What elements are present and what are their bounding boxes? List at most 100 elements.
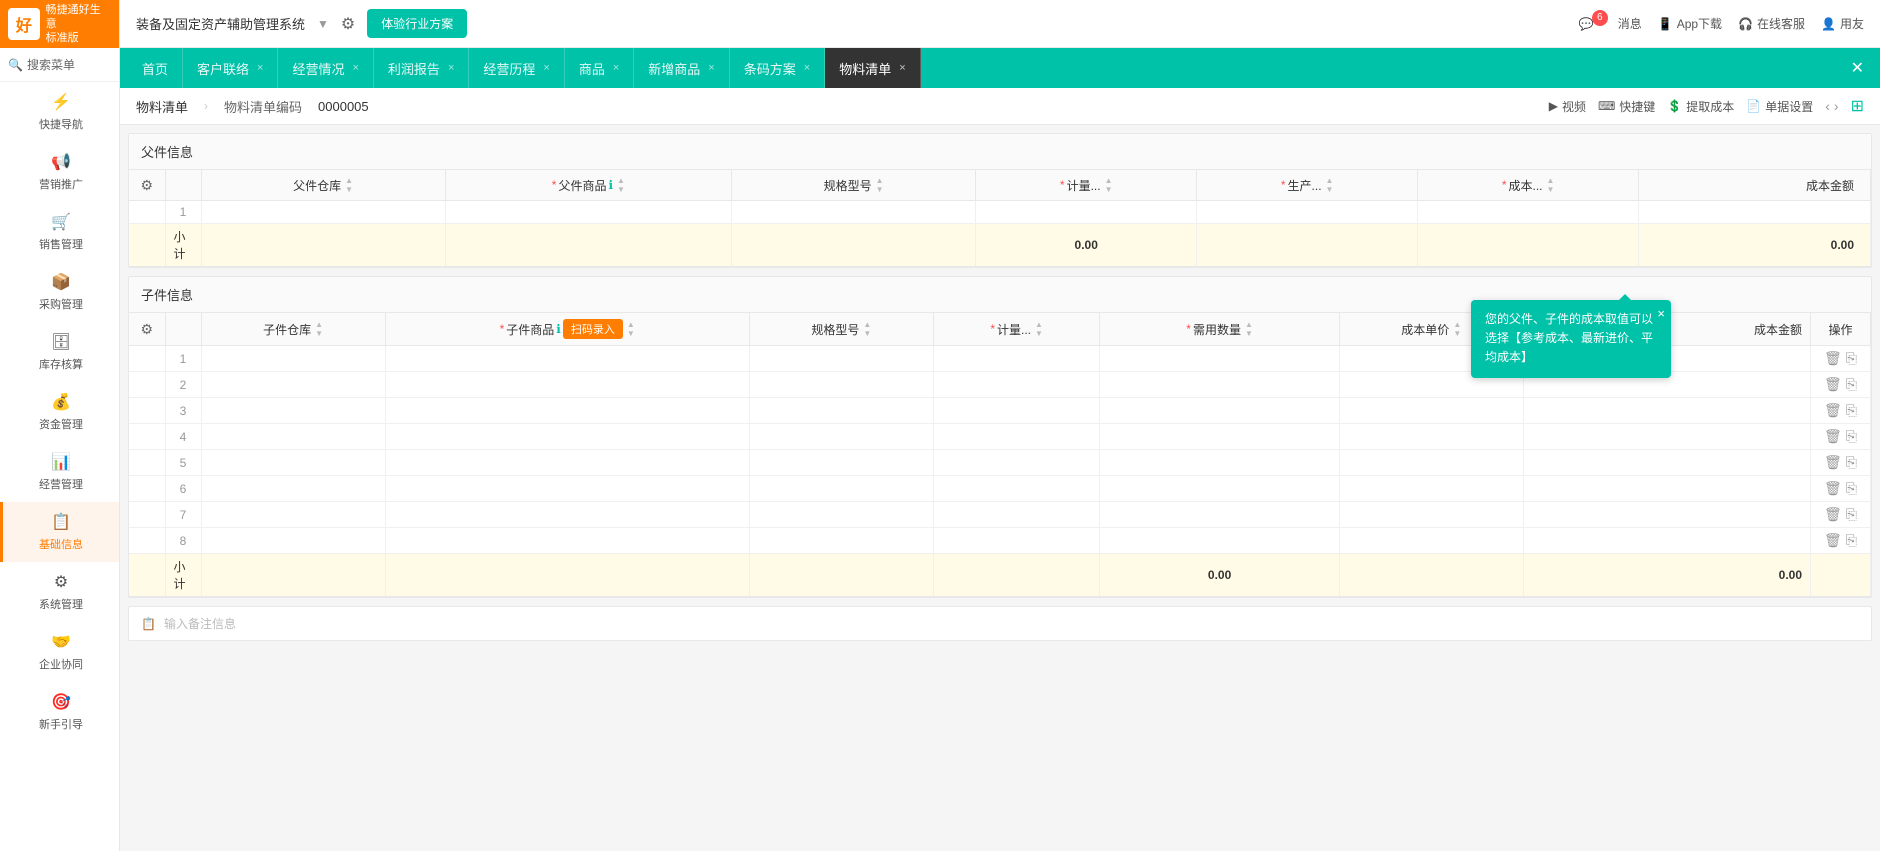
child-col-settings-icon[interactable]: ⚙ [140, 321, 153, 337]
child-row-warehouse-3[interactable] [201, 398, 385, 424]
child-row-qty-2[interactable] [1100, 372, 1339, 398]
sidebar-item-purchase[interactable]: 📦 采购管理 [0, 262, 119, 322]
parent-row-unit[interactable] [976, 201, 1197, 224]
view-action[interactable]: ▶ 视频 [1549, 98, 1586, 115]
tab-history[interactable]: 经营历程× [469, 48, 564, 88]
experience-btn[interactable]: 体验行业方案 [367, 9, 467, 38]
tab-new-products[interactable]: 新增商品× [634, 48, 729, 88]
child-row-product-3[interactable] [385, 398, 749, 424]
child-row-qty-3[interactable] [1100, 398, 1339, 424]
sidebar-item-inventory[interactable]: 🗄 库存核算 [0, 322, 119, 382]
child-row-spec-2[interactable] [749, 372, 933, 398]
parent-col-settings[interactable]: ⚙ [129, 170, 165, 201]
message-item[interactable]: 💬 6 消息 [1579, 15, 1642, 32]
child-col-settings[interactable]: ⚙ [129, 313, 165, 346]
child-row-warehouse-2[interactable] [201, 372, 385, 398]
child-row-qty-4[interactable] [1100, 424, 1339, 450]
parent-row-spec[interactable] [731, 201, 975, 224]
child-row-warehouse-7[interactable] [201, 502, 385, 528]
delete-icon-3[interactable]: 🗑 [1824, 402, 1842, 419]
tab-close-profit[interactable]: × [448, 62, 454, 74]
child-row-qty-5[interactable] [1100, 450, 1339, 476]
child-row-unit-cost-5[interactable] [1339, 450, 1523, 476]
tab-close-customers[interactable]: × [257, 62, 263, 74]
sidebar-item-basic-info[interactable]: 📋 基础信息 [0, 502, 119, 562]
close-all-tabs[interactable]: ✕ [1843, 58, 1872, 78]
tab-barcode[interactable]: 条码方案× [730, 48, 825, 88]
copy-icon-7[interactable]: ⎘ [1846, 506, 1857, 523]
sidebar-item-operations[interactable]: 📊 经营管理 [0, 442, 119, 502]
sidebar-item-guide[interactable]: 🎯 新手引导 [0, 682, 119, 742]
extract-cost-action[interactable]: 💲 提取成本 [1667, 98, 1734, 115]
tooltip-close[interactable]: × [1657, 304, 1665, 325]
tab-customers[interactable]: 客户联络× [183, 48, 278, 88]
child-row-qty-7[interactable] [1100, 502, 1339, 528]
child-row-unit-8[interactable] [933, 528, 1100, 554]
child-row-product-5[interactable] [385, 450, 749, 476]
tab-profit[interactable]: 利润报告× [374, 48, 469, 88]
nav-prev[interactable]: ‹ [1825, 98, 1830, 114]
delete-icon-6[interactable]: 🗑 [1824, 480, 1842, 497]
delete-icon-7[interactable]: 🗑 [1824, 506, 1842, 523]
delete-icon-5[interactable]: 🗑 [1824, 454, 1842, 471]
tab-products[interactable]: 商品× [565, 48, 634, 88]
copy-icon-5[interactable]: ⎘ [1846, 454, 1857, 471]
delete-icon-2[interactable]: 🗑 [1824, 376, 1842, 393]
sidebar-item-sales[interactable]: 🛒 销售管理 [0, 202, 119, 262]
child-row-unit-3[interactable] [933, 398, 1100, 424]
tab-close-products[interactable]: × [613, 62, 619, 74]
sidebar-item-finance[interactable]: 💰 资金管理 [0, 382, 119, 442]
parent-row-production[interactable] [1197, 201, 1418, 224]
child-row-product-2[interactable] [385, 372, 749, 398]
copy-icon-4[interactable]: ⎘ [1846, 428, 1857, 445]
tab-operations[interactable]: 经营情况× [278, 48, 373, 88]
search-menu[interactable]: 🔍 搜索菜单 [0, 48, 119, 82]
grid-view-icon[interactable]: ⊞ [1851, 96, 1864, 116]
child-row-qty-8[interactable] [1100, 528, 1339, 554]
child-row-spec-1[interactable] [749, 346, 933, 372]
online-service-item[interactable]: 🎧 在线客服 [1738, 15, 1805, 32]
tab-bom[interactable]: 物料清单× [825, 48, 920, 88]
tab-close-new-products[interactable]: × [708, 62, 714, 74]
child-row-product-4[interactable] [385, 424, 749, 450]
child-row-warehouse-4[interactable] [201, 424, 385, 450]
child-row-unit-7[interactable] [933, 502, 1100, 528]
child-row-warehouse-1[interactable] [201, 346, 385, 372]
child-row-unit-cost-4[interactable] [1339, 424, 1523, 450]
copy-icon-1[interactable]: ⎘ [1846, 350, 1857, 367]
shortcut-action[interactable]: ⌨ 快捷键 [1598, 98, 1655, 115]
child-row-spec-5[interactable] [749, 450, 933, 476]
sidebar-item-marketing[interactable]: 📢 营销推广 [0, 142, 119, 202]
tab-close-barcode[interactable]: × [804, 62, 810, 74]
sidebar-item-enterprise[interactable]: 🤝 企业协同 [0, 622, 119, 682]
sidebar-item-quick-nav[interactable]: ⚡ 快捷导航 [0, 82, 119, 142]
child-row-unit-4[interactable] [933, 424, 1100, 450]
child-row-product-7[interactable] [385, 502, 749, 528]
parent-row-product[interactable] [445, 201, 731, 224]
child-row-unit-1[interactable] [933, 346, 1100, 372]
tab-close-bom[interactable]: × [899, 62, 905, 74]
delete-icon-1[interactable]: 🗑 [1824, 350, 1842, 367]
copy-icon-3[interactable]: ⎘ [1846, 402, 1857, 419]
child-row-spec-3[interactable] [749, 398, 933, 424]
child-row-product-6[interactable] [385, 476, 749, 502]
settings-icon[interactable]: ⚙ [341, 14, 355, 34]
nav-next[interactable]: › [1834, 98, 1839, 114]
tab-home[interactable]: 首页 [128, 48, 183, 88]
single-settings-action[interactable]: 📄 单据设置 [1746, 98, 1813, 115]
child-row-spec-6[interactable] [749, 476, 933, 502]
child-row-qty-1[interactable] [1100, 346, 1339, 372]
scan-input-btn[interactable]: 扫码录入 [563, 319, 623, 339]
tab-close-history[interactable]: × [543, 62, 549, 74]
child-row-product-8[interactable] [385, 528, 749, 554]
breadcrumb-bom[interactable]: 物料清单 [136, 97, 188, 116]
sidebar-item-system[interactable]: ⚙ 系统管理 [0, 562, 119, 622]
child-row-unit-cost-6[interactable] [1339, 476, 1523, 502]
col-settings-icon[interactable]: ⚙ [140, 177, 153, 193]
child-row-spec-8[interactable] [749, 528, 933, 554]
copy-icon-8[interactable]: ⎘ [1846, 532, 1857, 549]
child-row-unit-cost-7[interactable] [1339, 502, 1523, 528]
child-row-unit-5[interactable] [933, 450, 1100, 476]
delete-icon-4[interactable]: 🗑 [1824, 428, 1842, 445]
parent-row-warehouse[interactable] [201, 201, 445, 224]
